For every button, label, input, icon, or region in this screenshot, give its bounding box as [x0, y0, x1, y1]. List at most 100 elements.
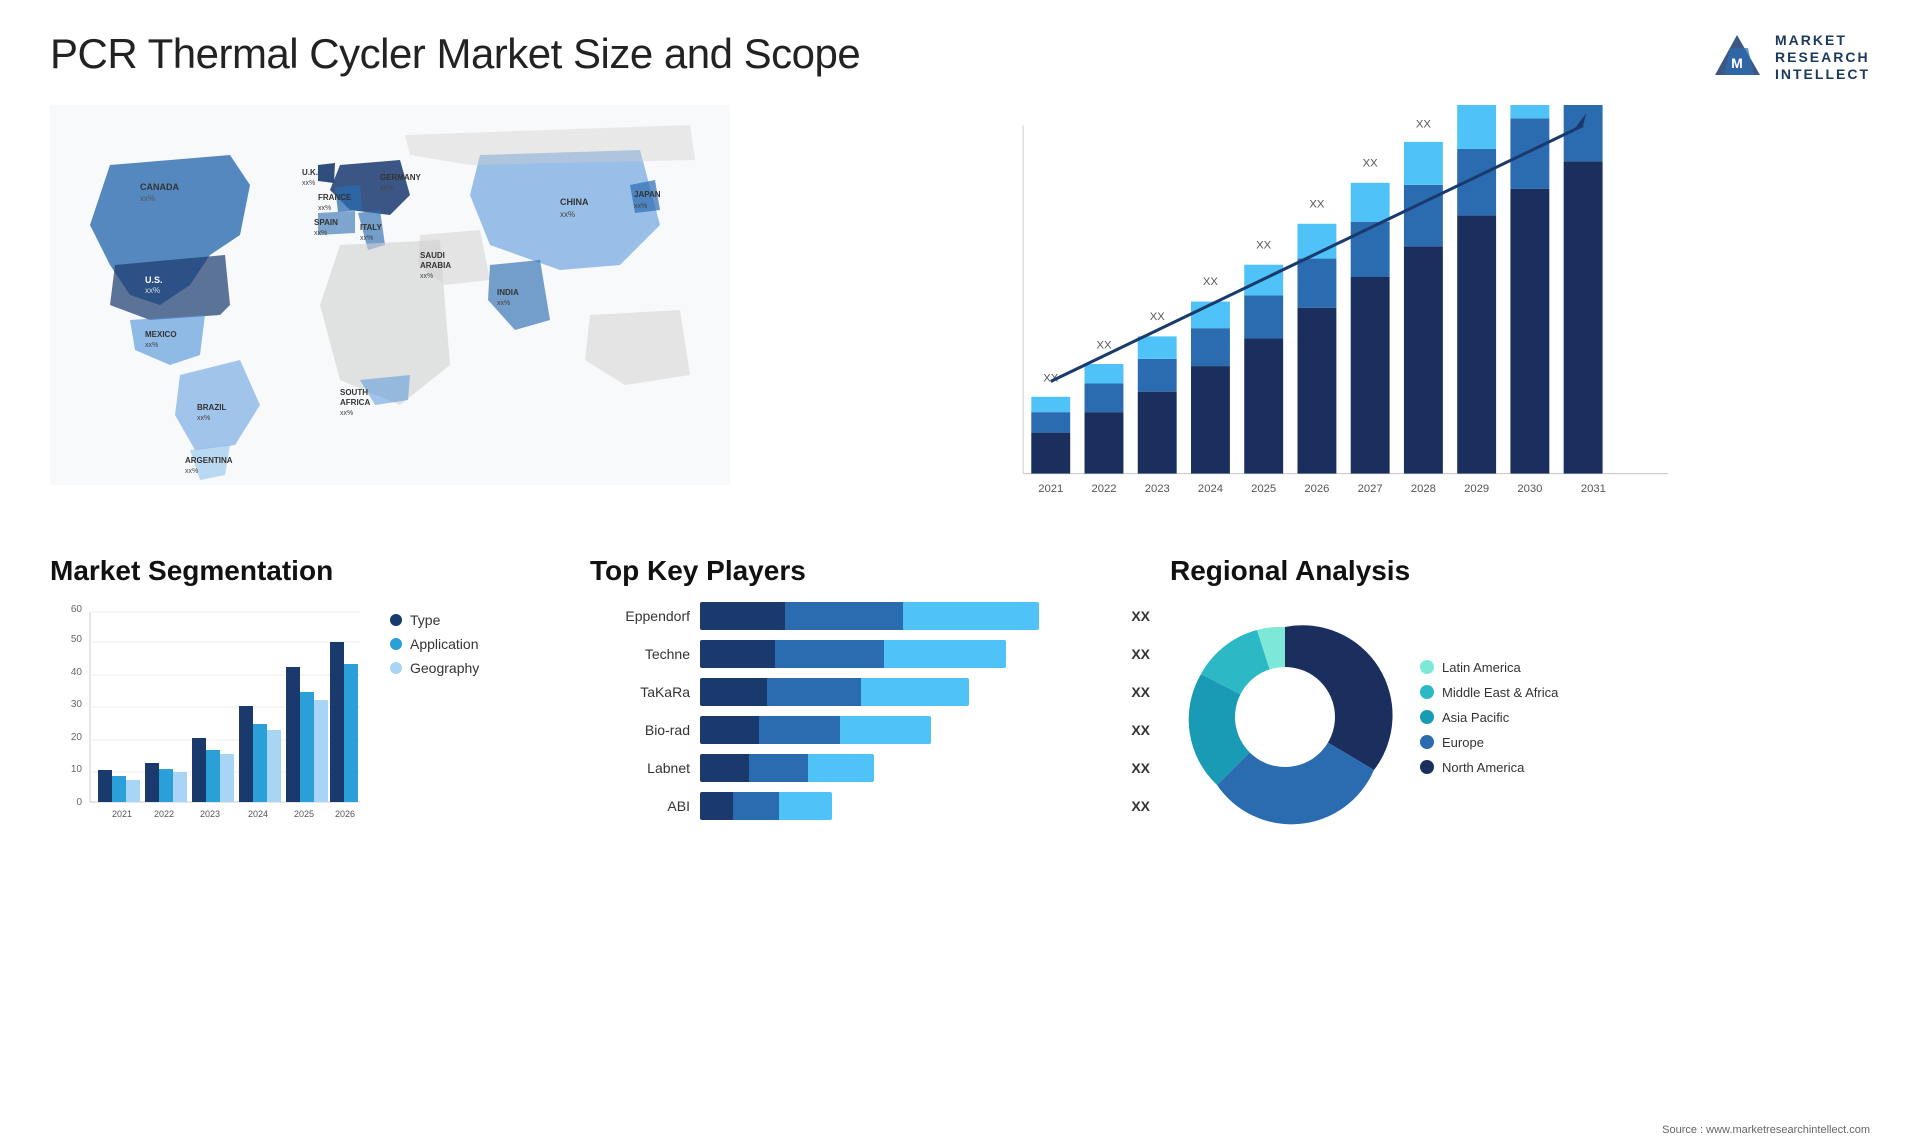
svg-text:20: 20 [71, 732, 83, 743]
svg-text:2026: 2026 [1304, 483, 1329, 495]
svg-text:10: 10 [71, 764, 83, 775]
player-row-labnet: Labnet XX [590, 754, 1150, 782]
legend-north-america: North America [1420, 760, 1558, 775]
svg-text:xx%: xx% [302, 180, 315, 187]
svg-text:XX: XX [1203, 276, 1219, 288]
legend-asia-pacific: Asia Pacific [1420, 710, 1558, 725]
svg-text:xx%: xx% [197, 415, 210, 422]
svg-text:xx%: xx% [560, 210, 575, 219]
svg-text:CANADA: CANADA [140, 182, 179, 192]
svg-text:2024: 2024 [248, 809, 268, 819]
latin-america-dot [1420, 660, 1434, 674]
svg-text:2024: 2024 [1198, 483, 1223, 495]
svg-text:60: 60 [71, 604, 83, 615]
svg-text:ARGENTINA: ARGENTINA [185, 456, 233, 465]
svg-text:xx%: xx% [318, 205, 331, 212]
north-america-dot [1420, 760, 1434, 774]
svg-text:50: 50 [71, 634, 83, 645]
svg-text:xx%: xx% [634, 203, 647, 210]
svg-text:XX: XX [1363, 157, 1379, 169]
svg-text:2025: 2025 [1251, 483, 1276, 495]
svg-text:XX: XX [1309, 198, 1325, 210]
svg-text:xx%: xx% [140, 194, 155, 203]
svg-text:BRAZIL: BRAZIL [197, 403, 226, 412]
geography-dot [390, 662, 402, 674]
main-grid: CANADA xx% U.S. xx% MEXICO xx% BRAZIL xx… [50, 105, 1870, 842]
page-title: PCR Thermal Cycler Market Size and Scope [50, 30, 860, 78]
logo-container: M MARKET RESEARCH INTELLECT [1710, 30, 1870, 85]
player-row-takara: TaKaRa XX [590, 678, 1150, 706]
seg-legend-geography: Geography [390, 660, 479, 676]
svg-text:SAUDI: SAUDI [420, 251, 445, 260]
growth-bar-chart: XX 2021 XX 2022 XX 2023 XX 2024 [770, 105, 1870, 535]
regional-title: Regional Analysis [1170, 555, 1870, 587]
svg-text:xx%: xx% [340, 410, 353, 417]
svg-text:MEXICO: MEXICO [145, 330, 177, 339]
world-map-section: CANADA xx% U.S. xx% MEXICO xx% BRAZIL xx… [50, 105, 730, 535]
svg-text:XX: XX [1416, 119, 1432, 131]
svg-text:AFRICA: AFRICA [340, 398, 370, 407]
player-row-biorad: Bio-rad XX [590, 716, 1150, 744]
svg-text:CHINA: CHINA [560, 197, 589, 207]
svg-text:xx%: xx% [185, 468, 198, 475]
player-row-abi: ABI XX [590, 792, 1150, 820]
svg-text:xx%: xx% [145, 286, 160, 295]
donut-legend-wrapper: Latin America Middle East & Africa Asia … [1170, 602, 1870, 832]
segmentation-chart: 0 10 20 30 40 50 60 [50, 602, 370, 842]
svg-text:JAPAN: JAPAN [634, 190, 661, 199]
players-section: Top Key Players Eppendorf XX Techne [590, 555, 1150, 842]
svg-text:2030: 2030 [1517, 483, 1542, 495]
world-map-svg: CANADA xx% U.S. xx% MEXICO xx% BRAZIL xx… [50, 105, 730, 485]
regional-legend: Latin America Middle East & Africa Asia … [1420, 660, 1558, 775]
svg-text:2021: 2021 [112, 809, 132, 819]
svg-text:M: M [1731, 55, 1743, 71]
asia-pacific-dot [1420, 710, 1434, 724]
svg-text:XX: XX [1150, 311, 1166, 323]
segmentation-section: Market Segmentation 0 10 20 30 40 50 [50, 555, 570, 842]
player-row-eppendorf: Eppendorf XX [590, 602, 1150, 630]
svg-text:2029: 2029 [1464, 483, 1489, 495]
legend-europe: Europe [1420, 735, 1558, 750]
svg-text:2022: 2022 [1091, 483, 1116, 495]
svg-text:2027: 2027 [1358, 483, 1383, 495]
bar-chart-section: XX 2021 XX 2022 XX 2023 XX 2024 [750, 105, 1870, 535]
legend-middle-east-africa: Middle East & Africa [1420, 685, 1558, 700]
bottom-grid: Market Segmentation 0 10 20 30 40 50 [50, 555, 1870, 842]
svg-text:xx%: xx% [145, 342, 158, 349]
svg-text:FRANCE: FRANCE [318, 193, 352, 202]
svg-text:GERMANY: GERMANY [380, 173, 422, 182]
svg-text:U.K.: U.K. [302, 168, 318, 177]
svg-text:xx%: xx% [497, 300, 510, 307]
svg-text:2023: 2023 [200, 809, 220, 819]
middle-east-africa-dot [1420, 685, 1434, 699]
legend-latin-america: Latin America [1420, 660, 1558, 675]
regional-section: Regional Analysis [1170, 555, 1870, 842]
page-container: PCR Thermal Cycler Market Size and Scope… [0, 0, 1920, 1146]
seg-legend: Type Application Geography [390, 612, 479, 676]
europe-dot [1420, 735, 1434, 749]
source-text: Source : www.marketresearchintellect.com [1662, 1124, 1870, 1136]
svg-text:xx%: xx% [420, 273, 433, 280]
donut-chart [1170, 602, 1400, 832]
svg-text:ITALY: ITALY [360, 223, 382, 232]
logo-text: MARKET RESEARCH INTELLECT [1775, 32, 1870, 82]
type-dot [390, 614, 402, 626]
svg-text:xx%: xx% [360, 235, 373, 242]
segmentation-title: Market Segmentation [50, 555, 570, 587]
svg-text:2022: 2022 [154, 809, 174, 819]
svg-text:SOUTH: SOUTH [340, 388, 368, 397]
svg-text:2026: 2026 [335, 809, 355, 819]
player-row-techne: Techne XX [590, 640, 1150, 668]
svg-text:XX: XX [1096, 340, 1112, 352]
svg-text:xx%: xx% [380, 185, 393, 192]
svg-text:INDIA: INDIA [497, 288, 519, 297]
application-dot [390, 638, 402, 650]
header: PCR Thermal Cycler Market Size and Scope… [50, 30, 1870, 85]
logo-icon: M [1710, 30, 1765, 85]
svg-text:SPAIN: SPAIN [314, 218, 338, 227]
svg-text:2028: 2028 [1411, 483, 1436, 495]
seg-legend-application: Application [390, 636, 479, 652]
svg-text:xx%: xx% [314, 230, 327, 237]
svg-text:ARABIA: ARABIA [420, 261, 451, 270]
seg-legend-type: Type [390, 612, 479, 628]
